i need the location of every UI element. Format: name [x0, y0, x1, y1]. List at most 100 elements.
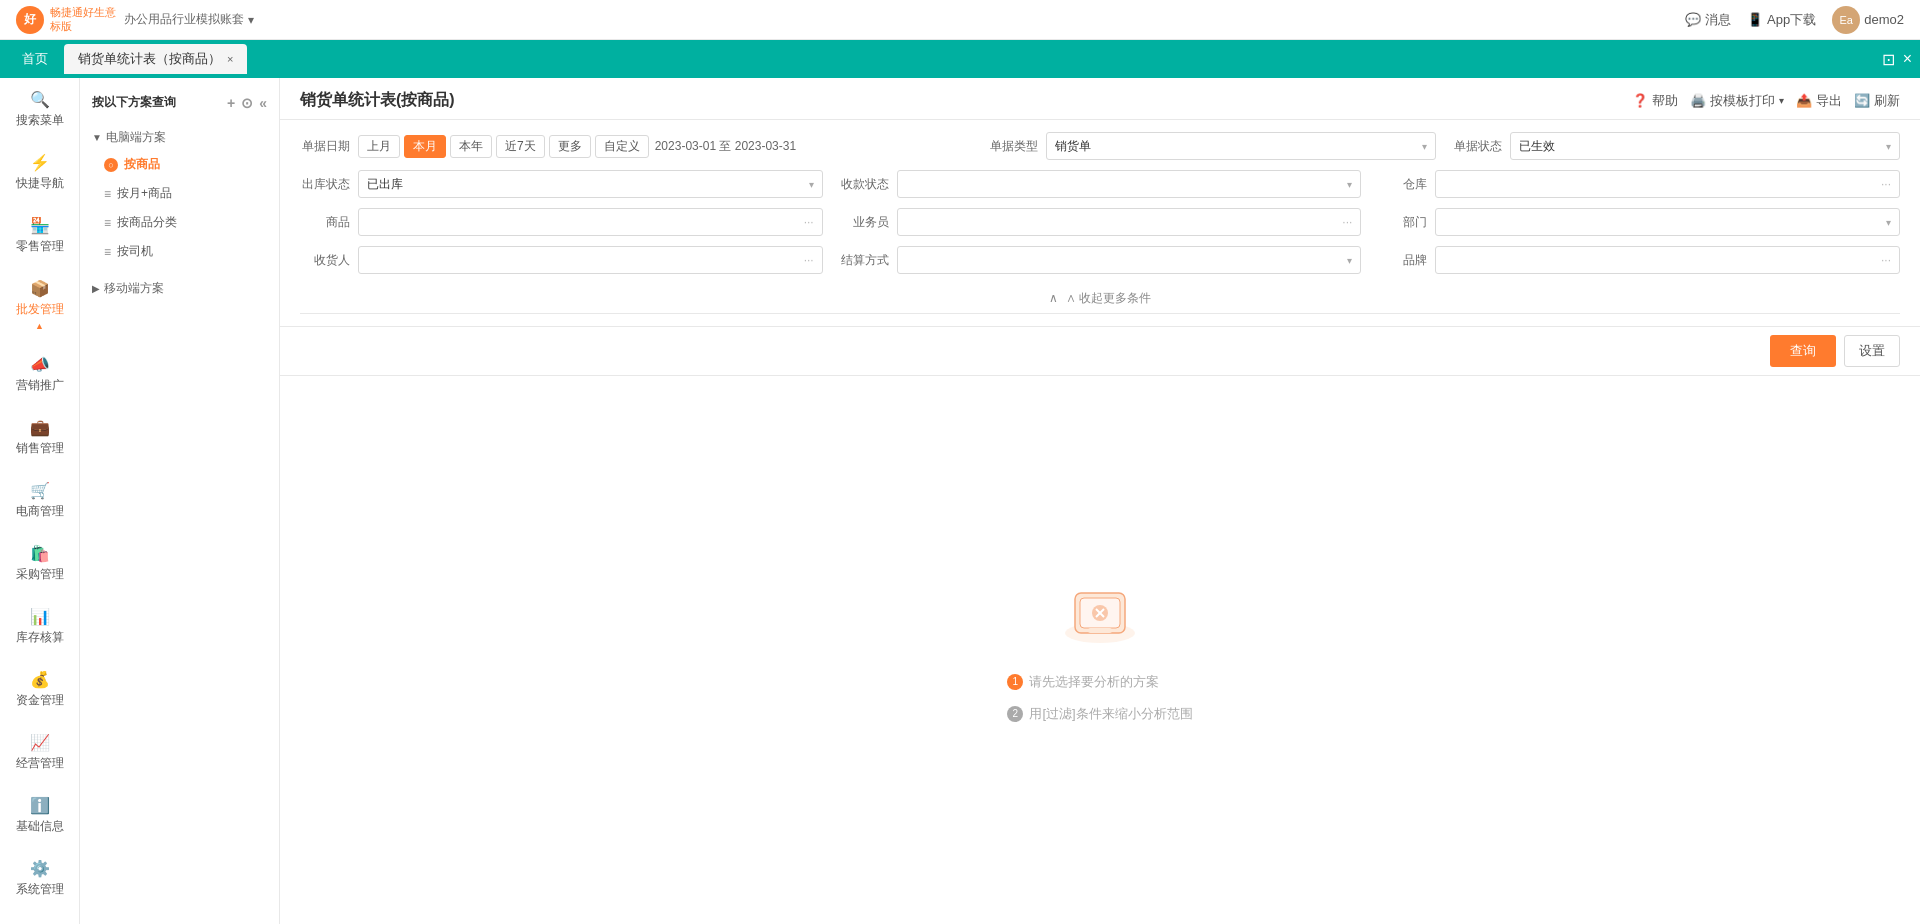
tab-sales-stat[interactable]: 销货单统计表（按商品） ×	[64, 44, 247, 74]
step2-icon: 2	[1007, 706, 1023, 722]
filter-item-by-printer[interactable]: ≡ 按司机	[80, 237, 279, 266]
message-button[interactable]: 💬 消息	[1685, 11, 1731, 29]
action-bar: 查询 设置	[280, 327, 1920, 376]
help-button[interactable]: ❓ 帮助	[1632, 92, 1678, 110]
wholesale-icon: 📦	[30, 279, 50, 298]
recipient-more-icon[interactable]: ···	[804, 253, 814, 267]
date-range-text: 2023-03-01 至 2023-03-31	[655, 138, 796, 155]
dept-label: 部门	[1377, 214, 1427, 231]
sidebar-item-basic-info[interactable]: ℹ️ 基础信息	[0, 784, 79, 847]
close-window-icon[interactable]: ×	[1903, 50, 1912, 68]
main-panel: 销货单统计表(按商品) ❓ 帮助 🖨️ 按模板打印 ▾ 📤 导出	[280, 78, 1920, 924]
filter-item-by-product[interactable]: ○ 按商品	[80, 150, 279, 179]
product-input[interactable]: ···	[358, 208, 823, 236]
page-actions: ❓ 帮助 🖨️ 按模板打印 ▾ 📤 导出 🔄 刷新	[1632, 92, 1900, 110]
doc-status-select[interactable]: 已生效 ▾	[1510, 132, 1900, 160]
scheme-icon-month: ≡	[104, 187, 111, 201]
sidebar-item-marketing[interactable]: 📣 营销推广	[0, 343, 79, 406]
scheme-icon-printer: ≡	[104, 245, 111, 259]
empty-state: 1 请先选择要分析的方案 2 用[过滤]条件来缩小分析范围	[280, 376, 1920, 924]
filter-field-doc-type: 单据类型 销货单 ▾	[988, 132, 1436, 160]
settings-button[interactable]: 设置	[1844, 335, 1900, 367]
restore-window-icon[interactable]: ⊡	[1882, 50, 1895, 69]
filter-section-mobile: ▶ 移动端方案	[80, 270, 279, 305]
recipient-input[interactable]: ···	[358, 246, 823, 274]
main-layout: 🔍 搜索菜单 ⚡ 快捷导航 🏪 零售管理 📦 批发管理 ▲ 📣 营销推广 💼 销…	[0, 78, 1920, 924]
print-icon: 🖨️	[1690, 93, 1706, 108]
inventory-icon: 📊	[30, 607, 50, 626]
doc-status-label: 单据状态	[1452, 138, 1502, 155]
app-download-button[interactable]: 📱 App下载	[1747, 11, 1816, 29]
date-btn-more[interactable]: 更多	[549, 135, 591, 158]
filter-field-out-status: 出库状态 已出库 ▾	[300, 170, 823, 198]
sidebar-item-finance[interactable]: 💰 资金管理	[0, 658, 79, 721]
filter-sidebar-header: 按以下方案查询 + ⊙ «	[80, 86, 279, 119]
filter-sidebar: 按以下方案查询 + ⊙ « ▼ 电脑端方案 ○ 按商品 ≡ 按月	[80, 78, 280, 924]
sidebar-item-inventory[interactable]: 📊 库存核算	[0, 595, 79, 658]
breadcrumb[interactable]: 办公用品行业模拟账套 ▾	[124, 11, 254, 28]
product-more-icon[interactable]: ···	[804, 215, 814, 229]
page-title: 销货单统计表(按商品)	[300, 90, 455, 111]
filter-item-by-category[interactable]: ≡ 按商品分类	[80, 208, 279, 237]
sidebar-item-sales-mgmt[interactable]: 💼 销售管理	[0, 406, 79, 469]
collect-status-arrow-icon: ▾	[1347, 179, 1352, 190]
quick-nav-icon: ⚡	[30, 153, 50, 172]
tab-bar-right: ⊡ ×	[1882, 50, 1912, 69]
sidebar-item-wholesale[interactable]: 📦 批发管理 ▲	[0, 267, 79, 343]
tab-home[interactable]: 首页	[8, 44, 62, 74]
dept-select[interactable]: ▾	[1435, 208, 1900, 236]
sidebar-item-purchase[interactable]: 🛍️ 采购管理	[0, 532, 79, 595]
top-bar-left: 好 畅捷通好生意 标版 办公用品行业模拟账套 ▾	[16, 6, 254, 34]
filter-collapse-icon[interactable]: «	[259, 95, 267, 111]
finance-icon: 💰	[30, 670, 50, 689]
basic-info-icon: ℹ️	[30, 796, 50, 815]
filter-add-icon[interactable]: +	[227, 95, 235, 111]
doc-type-label: 单据类型	[988, 138, 1038, 155]
filter-field-recipient: 收货人 ···	[300, 246, 823, 274]
date-btn-this-month[interactable]: 本月	[404, 135, 446, 158]
sidebar-item-operation[interactable]: 📈 经营管理	[0, 721, 79, 784]
sidebar-item-ecommerce[interactable]: 🛒 电商管理	[0, 469, 79, 532]
doc-status-arrow-icon: ▾	[1886, 141, 1891, 152]
collapse-bar[interactable]: ∧ ∧ 收起更多条件	[300, 284, 1900, 314]
salesperson-input[interactable]: ···	[897, 208, 1362, 236]
tab-close-icon[interactable]: ×	[227, 53, 233, 65]
tab-bar: 首页 销货单统计表（按商品） × ⊡ ×	[0, 40, 1920, 78]
collect-status-select[interactable]: ▾	[897, 170, 1362, 198]
warehouse-input[interactable]: ···	[1435, 170, 1900, 198]
brand-input[interactable]: ···	[1435, 246, 1900, 274]
filter-row-1: 单据日期 上月 本月 本年 近7天 更多 自定义 2023-03-01 至 20…	[300, 132, 1900, 160]
user-menu[interactable]: Ea demo2	[1832, 6, 1904, 34]
collapse-icon: ∧	[1049, 291, 1058, 305]
filter-section-desktop-title: ▼ 电脑端方案	[80, 123, 279, 150]
top-bar-right: 💬 消息 📱 App下载 Ea demo2	[1685, 6, 1904, 34]
sidebar-item-retail[interactable]: 🏪 零售管理	[0, 204, 79, 267]
date-btn-last7[interactable]: 近7天	[496, 135, 545, 158]
settle-select[interactable]: ▾	[897, 246, 1362, 274]
warehouse-more-icon[interactable]: ···	[1881, 177, 1891, 191]
doc-type-arrow-icon: ▾	[1422, 141, 1427, 152]
doc-type-select[interactable]: 销货单 ▾	[1046, 132, 1436, 160]
brand-more-icon[interactable]: ···	[1881, 253, 1891, 267]
refresh-button[interactable]: 🔄 刷新	[1854, 92, 1900, 110]
sidebar-item-enterprise[interactable]: 🤝 企业协同	[0, 910, 79, 924]
content-area: 按以下方案查询 + ⊙ « ▼ 电脑端方案 ○ 按商品 ≡ 按月	[80, 78, 1920, 924]
logo-text: 畅捷通好生意 标版	[50, 6, 116, 32]
template-print-button[interactable]: 🖨️ 按模板打印 ▾	[1690, 92, 1784, 110]
filter-field-dept: 部门 ▾	[1377, 208, 1900, 236]
sidebar-item-system[interactable]: ⚙️ 系统管理	[0, 847, 79, 910]
template-print-arrow-icon: ▾	[1779, 95, 1784, 106]
export-button[interactable]: 📤 导出	[1796, 92, 1842, 110]
out-status-select[interactable]: 已出库 ▾	[358, 170, 823, 198]
filter-field-warehouse: 仓库 ···	[1377, 170, 1900, 198]
query-button[interactable]: 查询	[1770, 335, 1836, 367]
date-btn-custom[interactable]: 自定义	[595, 135, 649, 158]
sidebar-item-quick-nav[interactable]: ⚡ 快捷导航	[0, 141, 79, 204]
salesperson-more-icon[interactable]: ···	[1342, 215, 1352, 229]
step1-icon: 1	[1007, 674, 1023, 690]
date-btn-this-year[interactable]: 本年	[450, 135, 492, 158]
date-btn-last-month[interactable]: 上月	[358, 135, 400, 158]
sidebar-item-search[interactable]: 🔍 搜索菜单	[0, 78, 79, 141]
filter-settings-icon[interactable]: ⊙	[241, 95, 253, 111]
filter-item-by-month-product[interactable]: ≡ 按月+商品	[80, 179, 279, 208]
